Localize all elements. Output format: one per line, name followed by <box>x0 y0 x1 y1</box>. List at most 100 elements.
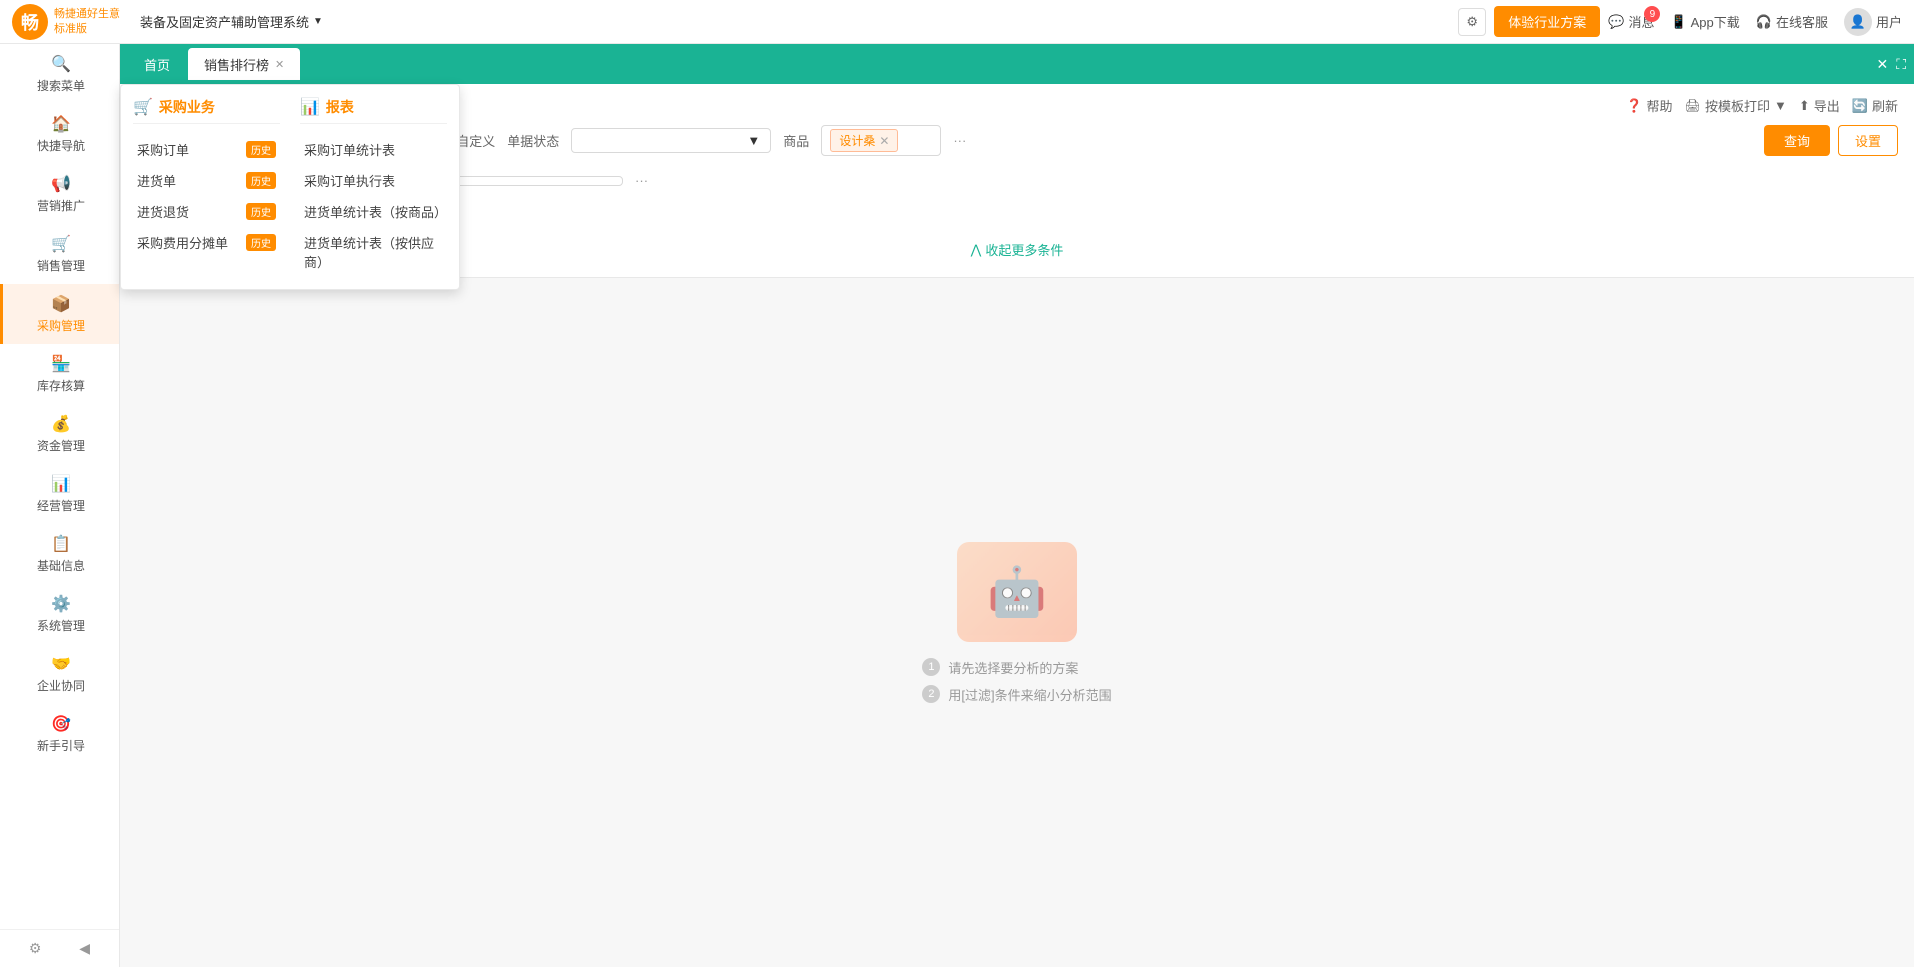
search-icon: 🔍 <box>51 54 71 74</box>
print-dropdown-arrow[interactable]: ▼ <box>1774 98 1787 113</box>
headset-icon: 🎧 <box>1756 14 1772 30</box>
tab-home[interactable]: 首页 <box>128 48 186 80</box>
fullscreen-icon[interactable]: ⛶ <box>1896 56 1906 73</box>
purchase-order-badge: 历史 <box>246 141 276 158</box>
sidebar-collapse-button[interactable]: ◀ <box>79 940 90 957</box>
tip-num-2: 2 <box>922 685 940 703</box>
minimize-icon[interactable]: ✕ <box>1876 56 1888 73</box>
empty-illustration: 🤖 <box>957 542 1077 642</box>
topbar: 畅 畅捷通好生意 标准版 装备及固定资产辅助管理系统 ▼ ⚙ 体验行业方案 💬 … <box>0 0 1914 44</box>
refresh-button[interactable]: 🔄 刷新 <box>1852 96 1898 115</box>
sidebar-item-cooperation[interactable]: 🤝 企业协同 <box>0 644 119 704</box>
menu-item-order-execution[interactable]: 采购订单执行表 <box>300 165 447 196</box>
menu-item-purchase-order[interactable]: 采购订单 历史 <box>133 134 280 165</box>
sidebar-item-quick-nav[interactable]: 🏠 快捷导航 <box>0 104 119 164</box>
purchase-dropdown-menu: 🛒 采购业务 采购订单 历史 进货单 历史 进货退货 历史 采购费用分摊单 历史… <box>120 84 460 290</box>
system-icon: ⚙️ <box>51 594 71 614</box>
empty-tip-2: 2 用[过滤]条件来缩小分析范围 <box>922 685 1111 704</box>
salesperson-more[interactable]: ··· <box>635 173 648 188</box>
sidebar-item-operations[interactable]: 📊 经营管理 <box>0 464 119 524</box>
tab-fullscreen-controls: ✕ ⛶ <box>1876 56 1906 73</box>
sidebar-item-inventory[interactable]: 🏪 库存核算 <box>0 344 119 404</box>
sidebar-item-search[interactable]: 🔍 搜索菜单 <box>0 44 119 104</box>
sidebar-bottom: ⚙ ◀ <box>0 929 119 967</box>
goods-more-options[interactable]: ··· <box>953 133 966 148</box>
topbar-right: 💬 消息 9 📱 App下载 🎧 在线客服 👤 用户 <box>1608 8 1902 36</box>
sidebar-item-sales[interactable]: 🛒 销售管理 <box>0 224 119 284</box>
voucher-status-select[interactable]: ▼ <box>571 128 771 153</box>
app-download-button[interactable]: 📱 App下载 <box>1670 12 1739 31</box>
date-shortcut-custom[interactable]: 自定义 <box>456 131 495 150</box>
home-icon: 🏠 <box>51 114 71 134</box>
base-info-icon: 📋 <box>51 534 71 554</box>
goods-filter[interactable]: 设计桑 ✕ <box>821 125 941 156</box>
setting-button[interactable]: 设置 <box>1838 125 1898 156</box>
goods-tag-close[interactable]: ✕ <box>879 134 889 148</box>
incoming-badge: 历史 <box>246 172 276 189</box>
business-section-title: 🛒 采购业务 <box>133 97 280 124</box>
menu-item-incoming[interactable]: 进货单 历史 <box>133 165 280 196</box>
toolbar-buttons: ❓ 帮助 🖨 按模板打印 ▼ ⬆ 导出 🔄 刷新 <box>1626 96 1898 115</box>
return-badge: 历史 <box>246 203 276 220</box>
help-icon: ❓ <box>1626 98 1642 114</box>
empty-state: 🤖 1 请先选择要分析的方案 2 用[过滤]条件来缩小分析范围 <box>120 278 1914 967</box>
empty-tips: 1 请先选择要分析的方案 2 用[过滤]条件来缩小分析范围 <box>922 658 1111 704</box>
sidebar-item-guide[interactable]: 🎯 新手引导 <box>0 704 119 764</box>
sidebar-item-marketing[interactable]: 📢 营销推广 <box>0 164 119 224</box>
tip-num-1: 1 <box>922 658 940 676</box>
user-menu[interactable]: 👤 用户 <box>1844 8 1902 36</box>
inventory-icon: 🏪 <box>51 354 71 374</box>
export-icon: ⬆ <box>1799 98 1810 114</box>
menu-item-return[interactable]: 进货退货 历史 <box>133 196 280 227</box>
goods-tag: 设计桑 ✕ <box>830 129 898 152</box>
sales-icon: 🛒 <box>51 234 71 254</box>
cooperation-icon: 🤝 <box>51 654 71 674</box>
query-buttons: 查询 设置 <box>1764 125 1898 156</box>
logo: 畅 畅捷通好生意 标准版 <box>12 4 132 40</box>
sidebar-item-base-info[interactable]: 📋 基础信息 <box>0 524 119 584</box>
sidebar-item-system[interactable]: ⚙️ 系统管理 <box>0 584 119 644</box>
message-icon: 💬 <box>1608 14 1624 30</box>
message-badge: 9 <box>1644 6 1660 22</box>
sidebar-settings-button[interactable]: ⚙ <box>29 940 42 957</box>
system-dropdown-arrow[interactable]: ▼ <box>313 16 323 27</box>
sidebar-item-purchase[interactable]: 📦 采购管理 <box>0 284 119 344</box>
purchase-business-section: 🛒 采购业务 采购订单 历史 进货单 历史 进货退货 历史 采购费用分摊单 历史 <box>133 97 280 277</box>
menu-item-incoming-by-supplier[interactable]: 进货单统计表（按供应商） <box>300 227 447 277</box>
settings-button[interactable]: ⚙ <box>1458 8 1486 36</box>
export-button[interactable]: ⬆ 导出 <box>1799 96 1840 115</box>
menu-item-incoming-by-goods[interactable]: 进货单统计表（按商品） <box>300 196 447 227</box>
collapse-up-icon: ⋀ <box>971 242 982 258</box>
report-section-title: 📊 报表 <box>300 97 447 124</box>
tab-close-icon[interactable]: ✕ <box>275 58 284 71</box>
operations-icon: 📊 <box>51 474 71 494</box>
empty-icon-box: 🤖 <box>957 542 1077 642</box>
phone-icon: 📱 <box>1670 14 1686 30</box>
online-service-button[interactable]: 🎧 在线客服 <box>1756 12 1828 31</box>
menu-item-order-stats[interactable]: 采购订单统计表 <box>300 134 447 165</box>
tabbar: 首页 销售排行榜 ✕ ✕ ⛶ <box>120 44 1914 84</box>
purchase-report-section: 📊 报表 采购订单统计表 采购订单执行表 进货单统计表（按商品） 进货单统计表（… <box>300 97 447 277</box>
industry-button[interactable]: 体验行业方案 <box>1494 6 1600 37</box>
logo-text: 畅捷通好生意 标准版 <box>54 7 120 36</box>
print-icon: 🖨 <box>1684 98 1701 114</box>
sidebar-item-finance[interactable]: 💰 资金管理 <box>0 404 119 464</box>
business-section-icon: 🛒 <box>133 97 153 117</box>
cost-badge: 历史 <box>246 234 276 251</box>
goods-label: 商品 <box>783 131 809 150</box>
empty-tip-1: 1 请先选择要分析的方案 <box>922 658 1111 677</box>
marketing-icon: 📢 <box>51 174 71 194</box>
report-section-icon: 📊 <box>300 97 320 117</box>
purchase-icon: 📦 <box>51 294 71 314</box>
system-name: 装备及固定资产辅助管理系统 ▼ <box>140 12 1450 31</box>
guide-icon: 🎯 <box>51 714 71 734</box>
voucher-status-label: 单据状态 <box>507 131 559 150</box>
print-template-button[interactable]: 🖨 按模板打印 ▼ <box>1684 96 1786 115</box>
finance-icon: 💰 <box>51 414 71 434</box>
help-button[interactable]: ❓ 帮助 <box>1626 96 1672 115</box>
tab-sales-rank[interactable]: 销售排行榜 ✕ <box>188 48 300 80</box>
query-button[interactable]: 查询 <box>1764 125 1830 156</box>
menu-item-cost-allocation[interactable]: 采购费用分摊单 历史 <box>133 227 280 258</box>
messages-button[interactable]: 💬 消息 9 <box>1608 12 1654 31</box>
sidebar: 🔍 搜索菜单 🏠 快捷导航 📢 营销推广 🛒 销售管理 📦 采购管理 🏪 库存核… <box>0 44 120 967</box>
